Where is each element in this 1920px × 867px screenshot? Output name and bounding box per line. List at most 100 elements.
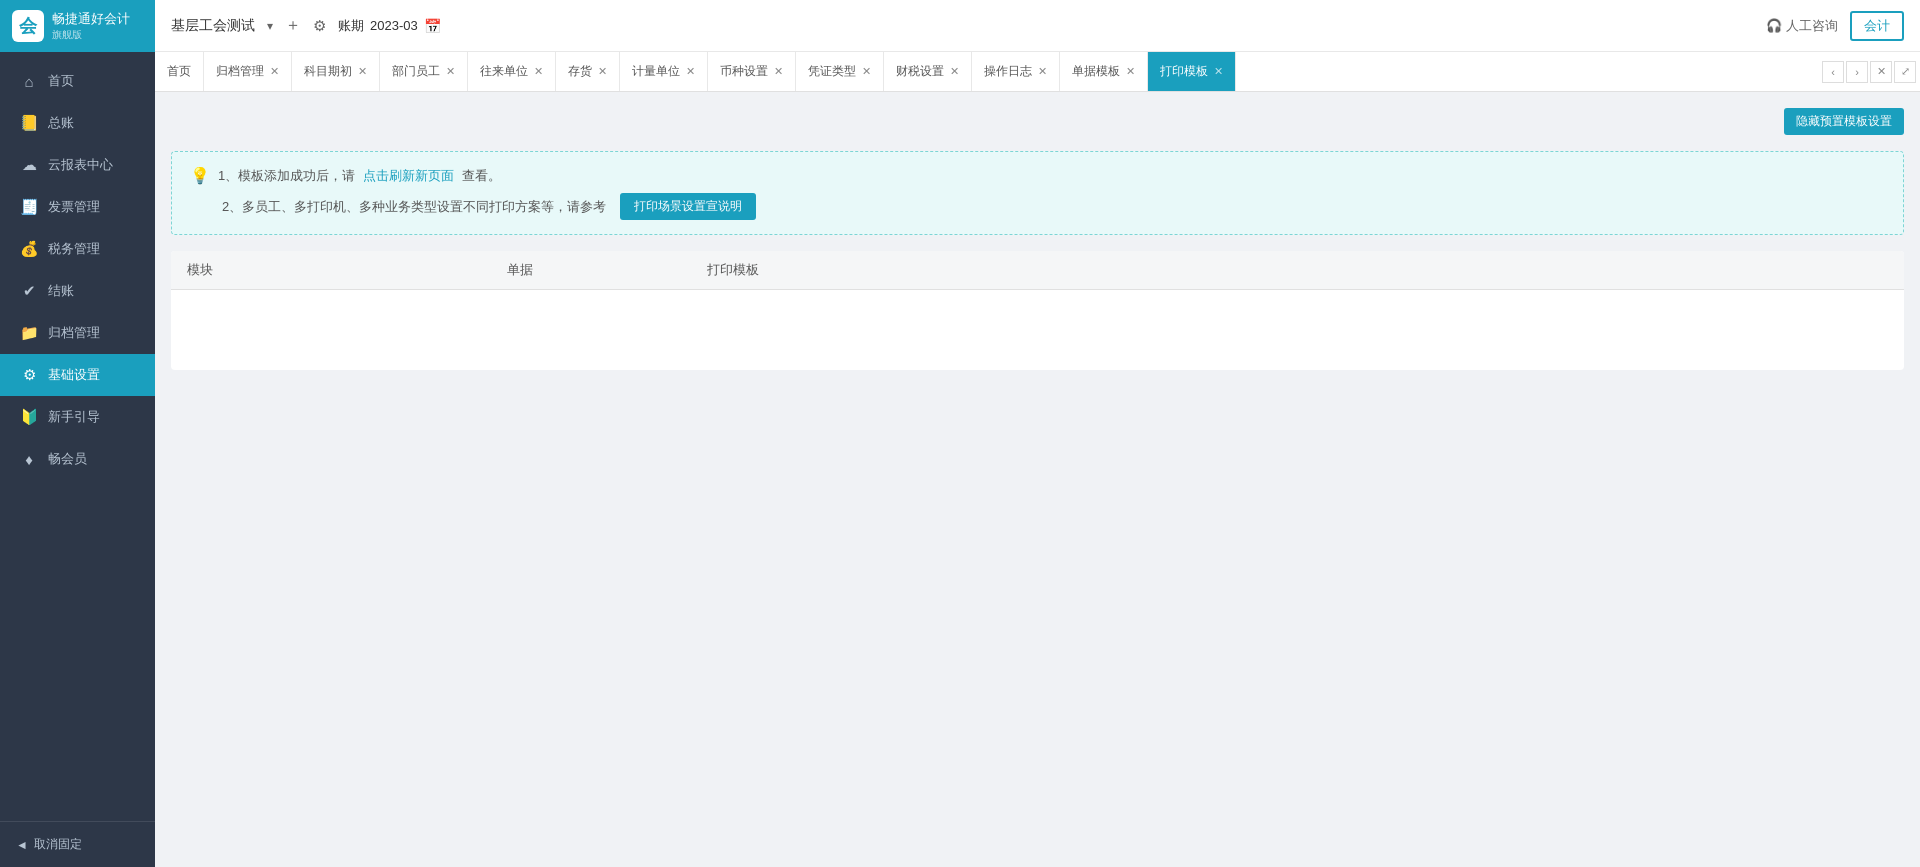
tab-home[interactable]: 首页 [155,52,204,92]
tab-close-singledoc[interactable]: ✕ [1126,66,1135,77]
tab-singledoc[interactable]: 单据模板 ✕ [1060,52,1148,92]
dropdown-icon[interactable]: ▾ [267,19,273,33]
account-button[interactable]: 会计 [1850,11,1904,41]
logo-icon: 会 [12,10,44,42]
tab-close-currency[interactable]: ✕ [774,66,783,77]
tab-label-oplog: 操作日志 [984,63,1032,80]
sidebar-label-checkout: 结账 [48,282,74,300]
sidebar-label-home: 首页 [48,72,74,90]
sidebar-label-ledger: 总账 [48,114,74,132]
tab-label-dept: 部门员工 [392,63,440,80]
tab-close-unit[interactable]: ✕ [686,66,695,77]
notice-row-2: 2、多员工、多打印机、多种业务类型设置不同打印方案等，请参考 打印场景设置宣说明 [190,193,1885,220]
tax-icon: 💰 [20,240,38,258]
tab-bar: 首页归档管理✕科目期初✕ 部门员工 ✕ 往来单位 ✕ 存货 ✕ 计量单位 ✕ 币种设置 ✕ 凭证类型 ✕… [155,52,1920,92]
sidebar-footer[interactable]: ◄ 取消固定 [0,821,155,867]
table-body [171,290,1904,370]
ledger-icon: 📒 [20,114,38,132]
tab-close-printtemplate[interactable]: ✕ [1214,66,1223,77]
tab-close-archive[interactable]: ✕ [270,66,279,77]
notice-line1-pre: 1、模板添加成功后，请 [218,167,355,185]
tab-close-fiscal[interactable]: ✕ [950,66,959,77]
sidebar-item-archive[interactable]: 📁 归档管理 [0,312,155,354]
sidebar-nav: ⌂ 首页 📒 总账 ☁ 云报表中心 🧾 发票管理 💰 税务管理 ✔ 结账 📁 归… [0,52,155,821]
period-label: 账期 [338,17,364,35]
sidebar-item-ledger[interactable]: 📒 总账 [0,102,155,144]
support-label: 人工咨询 [1786,17,1838,35]
sidebar: 会 畅捷通好会计 旗舰版 ⌂ 首页 📒 总账 ☁ 云报表中心 🧾 发票管理 💰 … [0,0,155,867]
tab-label-home: 首页 [167,63,191,80]
content-area: 隐藏预置模板设置 💡 1、模板添加成功后，请 点击刷新新页面 查看。 2、多员工… [155,92,1920,867]
tab-close-inventory[interactable]: ✕ [598,66,607,77]
sidebar-label-settings: 基础设置 [48,366,100,384]
tab-label-singledoc: 单据模板 [1072,63,1120,80]
tab-printtemplate[interactable]: 打印模板 ✕ [1148,52,1236,92]
tab-expand-button[interactable]: ⤢ [1894,61,1916,83]
tab-vendor[interactable]: 往来单位 ✕ [468,52,556,92]
period-value: 2023-03 [370,18,418,33]
tab-archive[interactable]: 归档管理✕ [204,52,292,92]
tab-label-inventory: 存货 [568,63,592,80]
period-display: 账期 2023-03 📅 [338,17,441,35]
sidebar-label-tax: 税务管理 [48,240,100,258]
tab-close-all-button[interactable]: ✕ [1870,61,1892,83]
notice-line1-post: 查看。 [462,167,501,185]
tab-close-subject[interactable]: ✕ [358,66,367,77]
tab-label-voucher: 凭证类型 [808,63,856,80]
sidebar-item-guide[interactable]: 🔰 新手引导 [0,396,155,438]
sidebar-label-archive: 归档管理 [48,324,100,342]
settings-icon: ⚙ [20,366,38,384]
tab-label-fiscal: 财税设置 [896,63,944,80]
hide-template-button[interactable]: 隐藏预置模板设置 [1784,108,1904,135]
sidebar-item-home[interactable]: ⌂ 首页 [0,60,155,102]
tab-label-currency: 币种设置 [720,63,768,80]
headset-icon: 🎧 [1766,18,1782,33]
sidebar-item-tax[interactable]: 💰 税务管理 [0,228,155,270]
tab-close-voucher[interactable]: ✕ [862,66,871,77]
tab-close-vendor[interactable]: ✕ [534,66,543,77]
print-scene-button[interactable]: 打印场景设置宣说明 [620,193,756,220]
calendar-icon[interactable]: 📅 [424,18,441,34]
main-area: 基层工会测试 ▾ ＋ ⚙ 账期 2023-03 📅 🎧 人工咨询 会计 首页归档… [155,0,1920,867]
sidebar-item-invoice[interactable]: 🧾 发票管理 [0,186,155,228]
tab-unit[interactable]: 计量单位 ✕ [620,52,708,92]
tab-oplog[interactable]: 操作日志 ✕ [972,52,1060,92]
support-button[interactable]: 🎧 人工咨询 [1766,17,1838,35]
tab-next-button[interactable]: › [1846,61,1868,83]
print-template-table: 模块 单据 打印模板 [171,251,1904,370]
sidebar-item-reports[interactable]: ☁ 云报表中心 [0,144,155,186]
tab-label-vendor: 往来单位 [480,63,528,80]
sidebar-label-member: 畅会员 [48,450,87,468]
sidebar-label-invoice: 发票管理 [48,198,100,216]
header-right: 🎧 人工咨询 会计 [1766,11,1904,41]
tab-fiscal[interactable]: 财税设置 ✕ [884,52,972,92]
logo-title: 畅捷通好会计 [52,11,130,28]
sidebar-logo: 会 畅捷通好会计 旗舰版 [0,0,155,52]
tab-inventory[interactable]: 存货 ✕ [556,52,620,92]
refresh-link[interactable]: 点击刷新新页面 [363,167,454,185]
logo-sub: 旗舰版 [52,28,130,41]
tab-prev-button[interactable]: ‹ [1822,61,1844,83]
bulb-icon: 💡 [190,166,210,185]
tab-voucher[interactable]: 凭证类型 ✕ [796,52,884,92]
tab-label-printtemplate: 打印模板 [1160,63,1208,80]
sidebar-label-reports: 云报表中心 [48,156,113,174]
tab-close-oplog[interactable]: ✕ [1038,66,1047,77]
guide-icon: 🔰 [20,408,38,426]
invoice-icon: 🧾 [20,198,38,216]
sidebar-item-checkout[interactable]: ✔ 结账 [0,270,155,312]
tab-currency[interactable]: 币种设置 ✕ [708,52,796,92]
tab-subject[interactable]: 科目期初✕ [292,52,380,92]
sidebar-item-member[interactable]: ♦ 畅会员 [0,438,155,480]
sidebar-item-settings[interactable]: ⚙ 基础设置 [0,354,155,396]
add-button[interactable]: ＋ [285,15,301,36]
home-icon: ⌂ [20,73,38,90]
member-icon: ♦ [20,451,38,468]
notice-box: 💡 1、模板添加成功后，请 点击刷新新页面 查看。 2、多员工、多打印机、多种业… [171,151,1904,235]
tab-close-dept[interactable]: ✕ [446,66,455,77]
notice-line2-pre: 2、多员工、多打印机、多种业务类型设置不同打印方案等，请参考 [222,198,606,216]
tab-label-unit: 计量单位 [632,63,680,80]
tab-dept[interactable]: 部门员工 ✕ [380,52,468,92]
archive-icon: 📁 [20,324,38,342]
settings-icon[interactable]: ⚙ [313,17,326,35]
